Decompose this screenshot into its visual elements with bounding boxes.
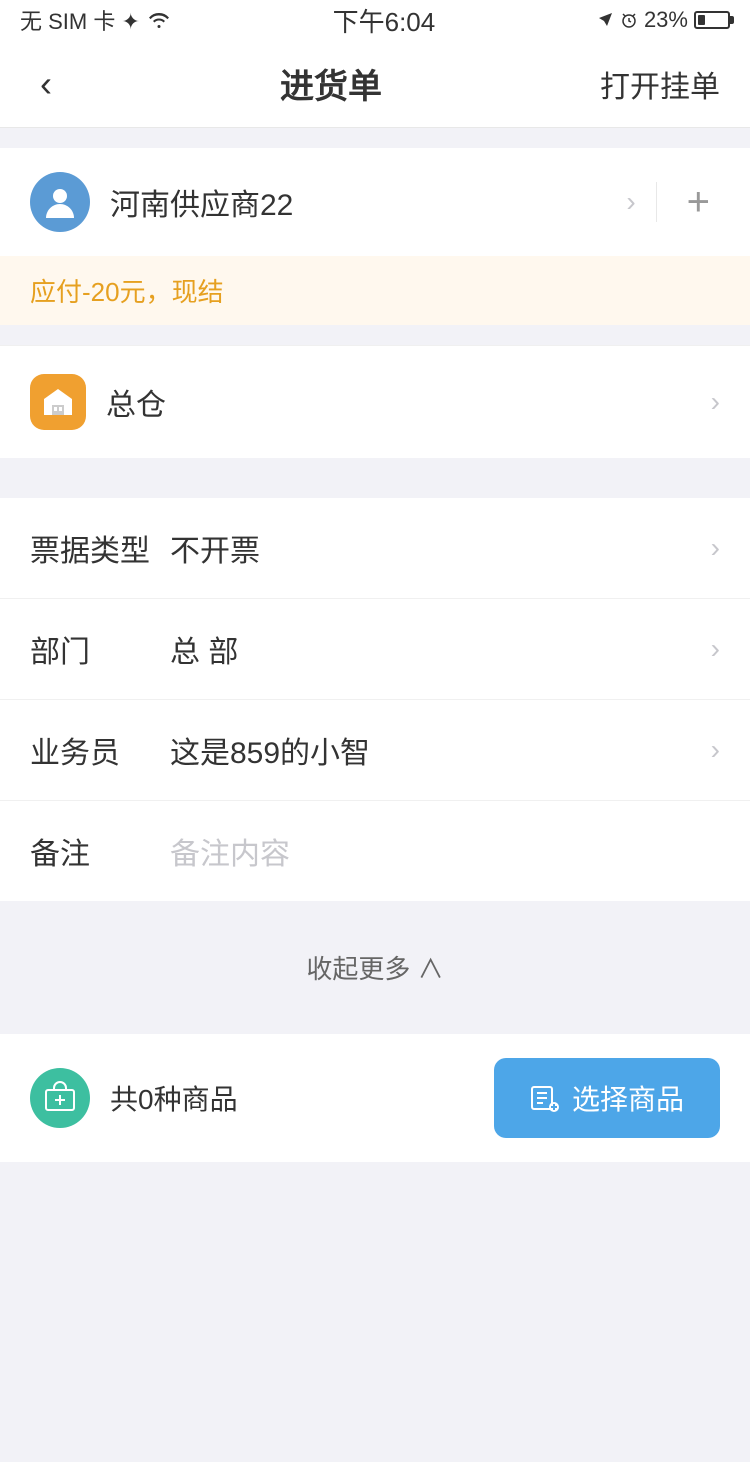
department-value: 总 部 xyxy=(170,627,711,671)
salesman-label: 业务员 xyxy=(30,728,170,772)
section-gap-3 xyxy=(0,458,750,478)
form-section: 票据类型 不开票 › 部门 总 部 › 业务员 这是859的小智 › 备注 备注… xyxy=(0,498,750,901)
salesman-chevron-icon: › xyxy=(711,734,720,766)
remark-label: 备注 xyxy=(30,829,170,873)
ticket-type-value: 不开票 xyxy=(170,526,711,570)
bottom-bar: 共0种商品 选择商品 xyxy=(0,1034,750,1162)
remark-value[interactable]: 备注内容 xyxy=(170,829,720,873)
select-product-button[interactable]: 选择商品 xyxy=(494,1058,720,1138)
select-product-label: 选择商品 xyxy=(572,1078,684,1118)
collapse-label: 收起更多 ∧ xyxy=(306,949,443,986)
alarm-icon xyxy=(620,11,638,29)
ticket-type-label: 票据类型 xyxy=(30,526,170,570)
status-right: 23% xyxy=(598,7,730,33)
product-count: 共0种商品 xyxy=(110,1078,494,1118)
warehouse-row[interactable]: 总仓 › xyxy=(0,345,750,458)
supplier-section: 河南供应商22 › + 应付-20元，现结 xyxy=(0,148,750,325)
product-icon-wrap xyxy=(30,1068,90,1128)
supplier-notice: 应付-20元，现结 xyxy=(0,256,750,325)
location-icon xyxy=(598,12,614,28)
supplier-row[interactable]: 河南供应商22 › + xyxy=(0,148,750,256)
add-supplier-button[interactable]: + xyxy=(677,180,720,225)
department-chevron-icon: › xyxy=(711,633,720,665)
warehouse-label: 总仓 xyxy=(106,380,711,424)
page-title: 进货单 xyxy=(280,59,382,108)
sim-label: 无 SIM 卡 ✦ xyxy=(20,4,140,36)
department-label: 部门 xyxy=(30,627,170,671)
section-gap-1 xyxy=(0,128,750,148)
department-row[interactable]: 部门 总 部 › xyxy=(0,599,750,700)
select-product-icon xyxy=(530,1083,560,1113)
battery-percent: 23% xyxy=(644,7,688,33)
vertical-divider xyxy=(656,182,657,222)
warehouse-section: 总仓 › xyxy=(0,345,750,458)
status-left: 无 SIM 卡 ✦ xyxy=(20,4,170,36)
supplier-avatar xyxy=(30,172,90,232)
warehouse-chevron-icon: › xyxy=(711,386,720,418)
ticket-type-row[interactable]: 票据类型 不开票 › xyxy=(0,498,750,599)
nav-bar: ‹ 进货单 打开挂单 xyxy=(0,40,750,128)
status-bar: 无 SIM 卡 ✦ 下午6:04 23% xyxy=(0,0,750,40)
supplier-name: 河南供应商22 xyxy=(110,180,626,224)
back-button[interactable]: ‹ xyxy=(30,53,62,115)
battery-icon xyxy=(694,11,730,29)
person-icon xyxy=(42,184,78,220)
salesman-value: 这是859的小智 xyxy=(170,728,711,772)
supplier-chevron-icon: › xyxy=(626,186,635,218)
wifi-icon xyxy=(148,12,170,28)
gray-area xyxy=(0,1162,750,1462)
ticket-type-chevron-icon: › xyxy=(711,532,720,564)
warehouse-icon xyxy=(41,385,75,419)
remark-row[interactable]: 备注 备注内容 xyxy=(0,801,750,901)
section-gap-2 xyxy=(0,325,750,345)
salesman-row[interactable]: 业务员 这是859的小智 › xyxy=(0,700,750,801)
product-icon xyxy=(42,1080,78,1116)
collapse-row[interactable]: 收起更多 ∧ xyxy=(0,921,750,1014)
status-time: 下午6:04 xyxy=(333,2,436,39)
open-hang-button[interactable]: 打开挂单 xyxy=(600,62,720,106)
warehouse-icon-wrap xyxy=(30,374,86,430)
